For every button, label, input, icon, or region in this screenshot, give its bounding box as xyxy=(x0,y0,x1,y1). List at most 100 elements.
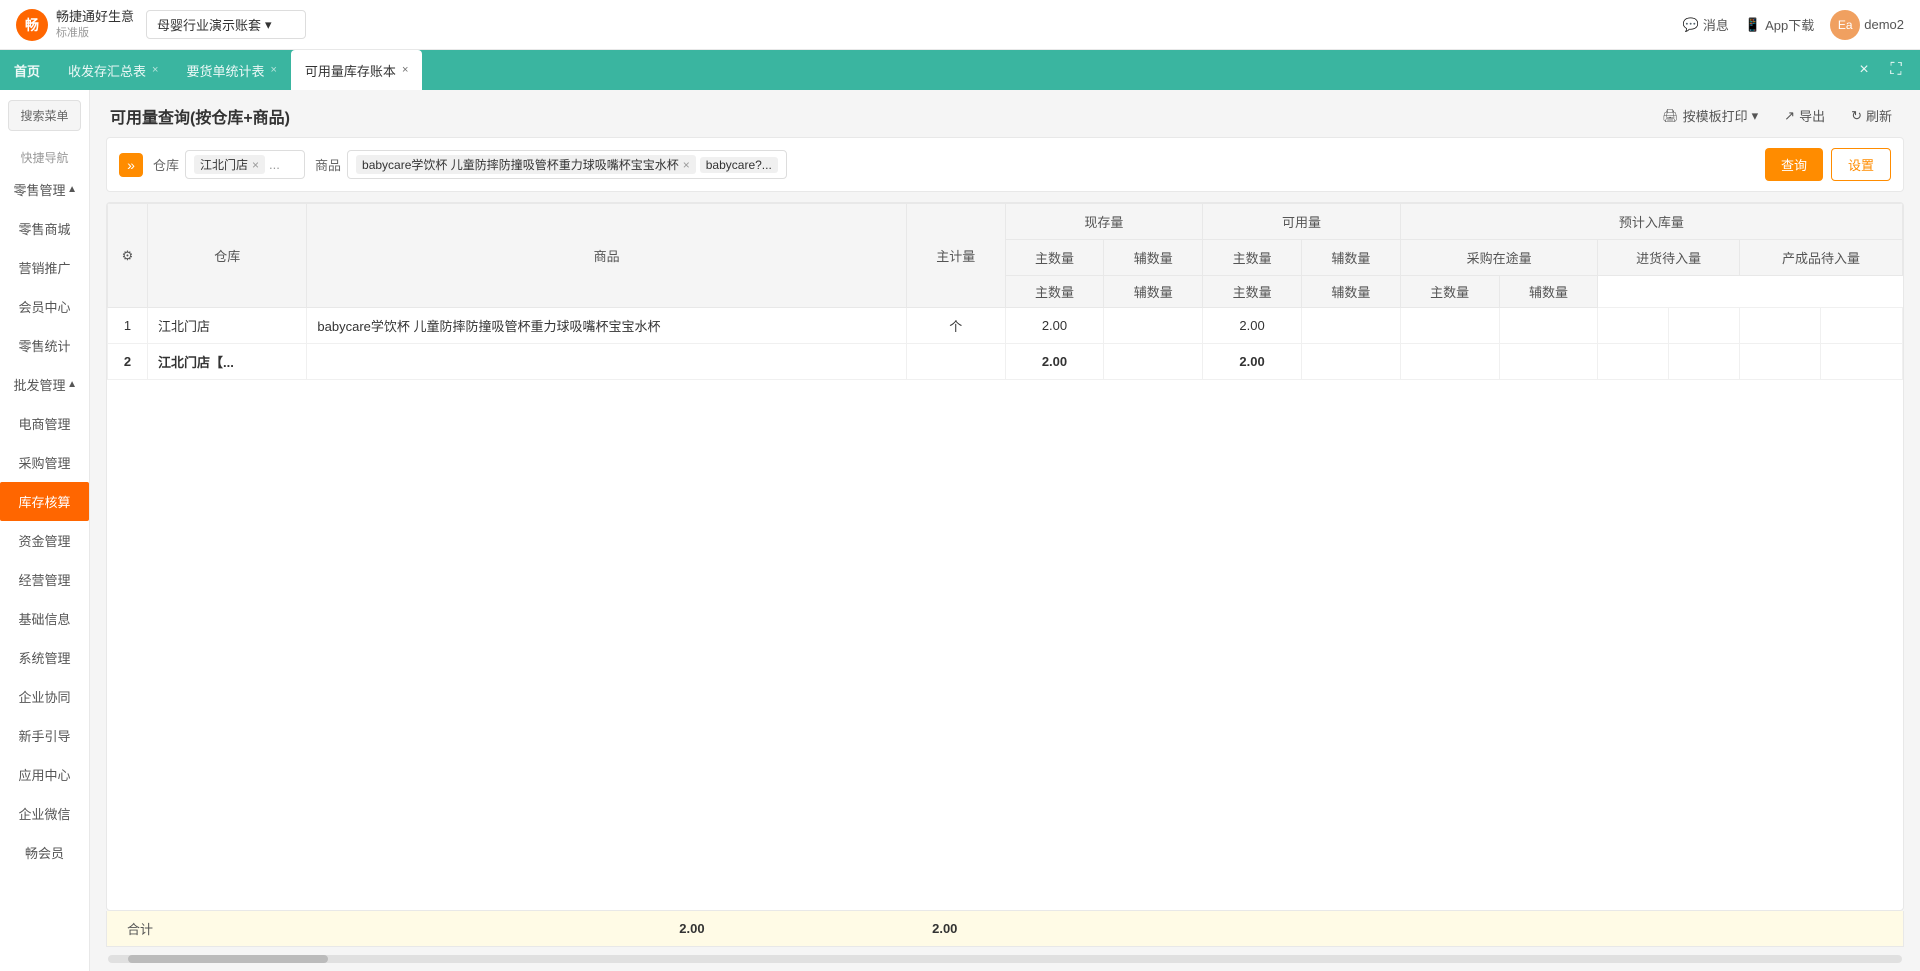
brand-info: 畅捷通好生意 标准版 xyxy=(56,9,134,41)
row-prod-aux xyxy=(1821,308,1903,344)
content-area: 可用量查询(按仓库+商品) 🖨 按模板打印 ▾ ↗ 导出 ↻ 刷新 xyxy=(90,90,1920,971)
table-container: ⚙ 仓库 商品 主计量 现存量 可用量 预计入库量 主数量 辅数量 主数量 辅数… xyxy=(106,202,1904,911)
remove-warehouse-tag[interactable]: × xyxy=(252,158,259,172)
footer-spacer2 xyxy=(502,921,628,936)
user-menu[interactable]: Ea demo2 xyxy=(1830,10,1904,40)
footer-stock-aux xyxy=(755,921,881,936)
row-seq: 2 xyxy=(108,344,148,380)
forecast-col-header: 预计入库量 xyxy=(1400,204,1902,240)
sidebar-item-ecommerce[interactable]: 电商管理 xyxy=(0,404,89,443)
pur-main-header: 主数量 xyxy=(1005,276,1104,308)
footer-cells: 2.00 2.00 xyxy=(163,921,1893,936)
more-options[interactable]: ... xyxy=(269,157,280,172)
avail-aux-header: 辅数量 xyxy=(1301,240,1400,276)
warehouse-filter: 仓库 江北门店 × ... xyxy=(153,150,305,179)
product-label: 商品 xyxy=(315,155,341,174)
product-input[interactable]: babycare学饮杯 儿童防摔防撞吸管杯重力球吸嘴杯宝宝水杯 × babyca… xyxy=(347,150,787,179)
refresh-label: 刷新 xyxy=(1866,106,1892,125)
row-pur-main xyxy=(1400,308,1499,344)
product-col-header: 商品 xyxy=(307,204,906,308)
row-unit: 个 xyxy=(906,308,1005,344)
row-unit xyxy=(906,344,1005,380)
sidebar-item-operations[interactable]: 经营管理 xyxy=(0,560,89,599)
sidebar-search-button[interactable]: 搜索菜单 xyxy=(8,100,81,131)
settings-button[interactable]: 设置 xyxy=(1831,148,1891,181)
sidebar-item-wechat[interactable]: 企业微信 xyxy=(0,794,89,833)
sidebar-item-retail-mgmt[interactable]: 零售管理 ▲ xyxy=(0,170,89,209)
table-header-row-1: ⚙ 仓库 商品 主计量 现存量 可用量 预计入库量 xyxy=(108,204,1903,240)
filter-bar: » 仓库 江北门店 × ... 商品 babycare学饮杯 儿童防摔防撞吸管杯… xyxy=(106,137,1904,192)
product-tag2: babycare?... xyxy=(700,157,778,173)
sidebar-search-area: 搜索菜单 xyxy=(0,90,89,141)
export-label: 导出 xyxy=(1799,106,1825,125)
app-download-button[interactable]: 📱 App下载 xyxy=(1745,15,1814,34)
sidebar-item-wholesale-mgmt[interactable]: 批发管理 ▲ xyxy=(0,365,89,404)
tab-available-inventory[interactable]: 可用量库存账本 × xyxy=(291,50,422,90)
footer-in-aux xyxy=(1514,921,1640,936)
in-aux-header: 辅数量 xyxy=(1301,276,1400,308)
industry-select[interactable]: 母婴行业演示账套 ▾ xyxy=(146,10,306,39)
close-all-tabs-button[interactable]: × xyxy=(1852,58,1876,82)
scrollbar-area xyxy=(90,947,1920,971)
nav-tabs-end: × ⛶ xyxy=(1852,58,1920,82)
row-stock-aux xyxy=(1104,308,1203,344)
industry-label: 母婴行业演示账套 xyxy=(157,15,261,34)
row-warehouse: 江北门店 xyxy=(148,308,307,344)
horizontal-scrollbar[interactable] xyxy=(108,955,1902,963)
message-button[interactable]: 💬 消息 xyxy=(1683,15,1729,34)
sidebar-item-enterprise[interactable]: 企业协同 xyxy=(0,677,89,716)
footer-avail-aux xyxy=(1008,921,1134,936)
sidebar-item-purchase[interactable]: 采购管理 xyxy=(0,443,89,482)
row-pur-aux xyxy=(1499,344,1598,380)
row-in-main xyxy=(1598,308,1669,344)
close-icon[interactable]: × xyxy=(270,64,276,76)
print-button[interactable]: 🖨 按模板打印 ▾ xyxy=(1654,102,1766,129)
footer-avail-main: 2.00 xyxy=(882,921,1008,936)
export-icon: ↗ xyxy=(1784,108,1795,124)
row-warehouse: 江北门店【... xyxy=(148,344,307,380)
table-footer: 合计 2.00 2.00 xyxy=(106,911,1904,947)
sidebar: 搜索菜单 快捷导航 零售管理 ▲ 零售商城 营销推广 会员中心 零售统计 批发管… xyxy=(0,90,90,971)
chevron-icon: ▲ xyxy=(67,184,77,195)
sidebar-item-guide[interactable]: 新手引导 xyxy=(0,716,89,755)
query-button[interactable]: 查询 xyxy=(1765,148,1823,181)
sidebar-item-apps[interactable]: 应用中心 xyxy=(0,755,89,794)
row-avail-main: 2.00 xyxy=(1203,308,1302,344)
row-product xyxy=(307,344,906,380)
prod-main-header: 主数量 xyxy=(1400,276,1499,308)
warehouse-label: 仓库 xyxy=(153,155,179,174)
chevron-icon: ▲ xyxy=(67,379,77,390)
stock-aux-header: 辅数量 xyxy=(1104,240,1203,276)
warehouse-tag: 江北门店 × xyxy=(194,155,265,174)
sidebar-item-retail-mall[interactable]: 零售商城 xyxy=(0,209,89,248)
close-icon[interactable]: × xyxy=(152,64,158,76)
sidebar-item-finance[interactable]: 资金管理 xyxy=(0,521,89,560)
scrollbar-thumb[interactable] xyxy=(128,955,328,963)
tab-order-stats-label: 要货单统计表 xyxy=(186,61,264,80)
warehouse-input[interactable]: 江北门店 × ... xyxy=(185,150,305,179)
sidebar-item-retail-stats[interactable]: 零售统计 xyxy=(0,326,89,365)
refresh-button[interactable]: ↻ 刷新 xyxy=(1843,102,1900,129)
row-prod-aux xyxy=(1821,344,1903,380)
tab-order-stats[interactable]: 要货单统计表 × xyxy=(172,50,290,90)
sidebar-item-member[interactable]: 畅会员 xyxy=(0,833,89,872)
sidebar-item-basic-info[interactable]: 基础信息 xyxy=(0,599,89,638)
expand-filter-button[interactable]: » xyxy=(119,153,143,177)
remove-product-tag1[interactable]: × xyxy=(683,158,690,172)
chevron-down-icon: ▾ xyxy=(265,17,272,33)
tab-collection-summary[interactable]: 收发存汇总表 × xyxy=(54,50,172,90)
sidebar-item-inventory[interactable]: 库存核算 xyxy=(0,482,89,521)
message-icon: 💬 xyxy=(1683,17,1699,33)
warehouse-col-header: 仓库 xyxy=(148,204,307,308)
export-button[interactable]: ↗ 导出 xyxy=(1776,102,1833,129)
tab-home[interactable]: 首页 xyxy=(0,50,54,90)
maximize-button[interactable]: ⛶ xyxy=(1884,58,1908,82)
sidebar-item-member-center[interactable]: 会员中心 xyxy=(0,287,89,326)
available-col-header: 可用量 xyxy=(1203,204,1401,240)
settings-col-header[interactable]: ⚙ xyxy=(108,204,148,308)
unit-col-header: 主计量 xyxy=(906,204,1005,308)
sidebar-item-system[interactable]: 系统管理 xyxy=(0,638,89,677)
close-icon[interactable]: × xyxy=(402,64,408,76)
sidebar-nav-label: 快捷导航 xyxy=(0,141,89,170)
sidebar-item-marketing[interactable]: 营销推广 xyxy=(0,248,89,287)
